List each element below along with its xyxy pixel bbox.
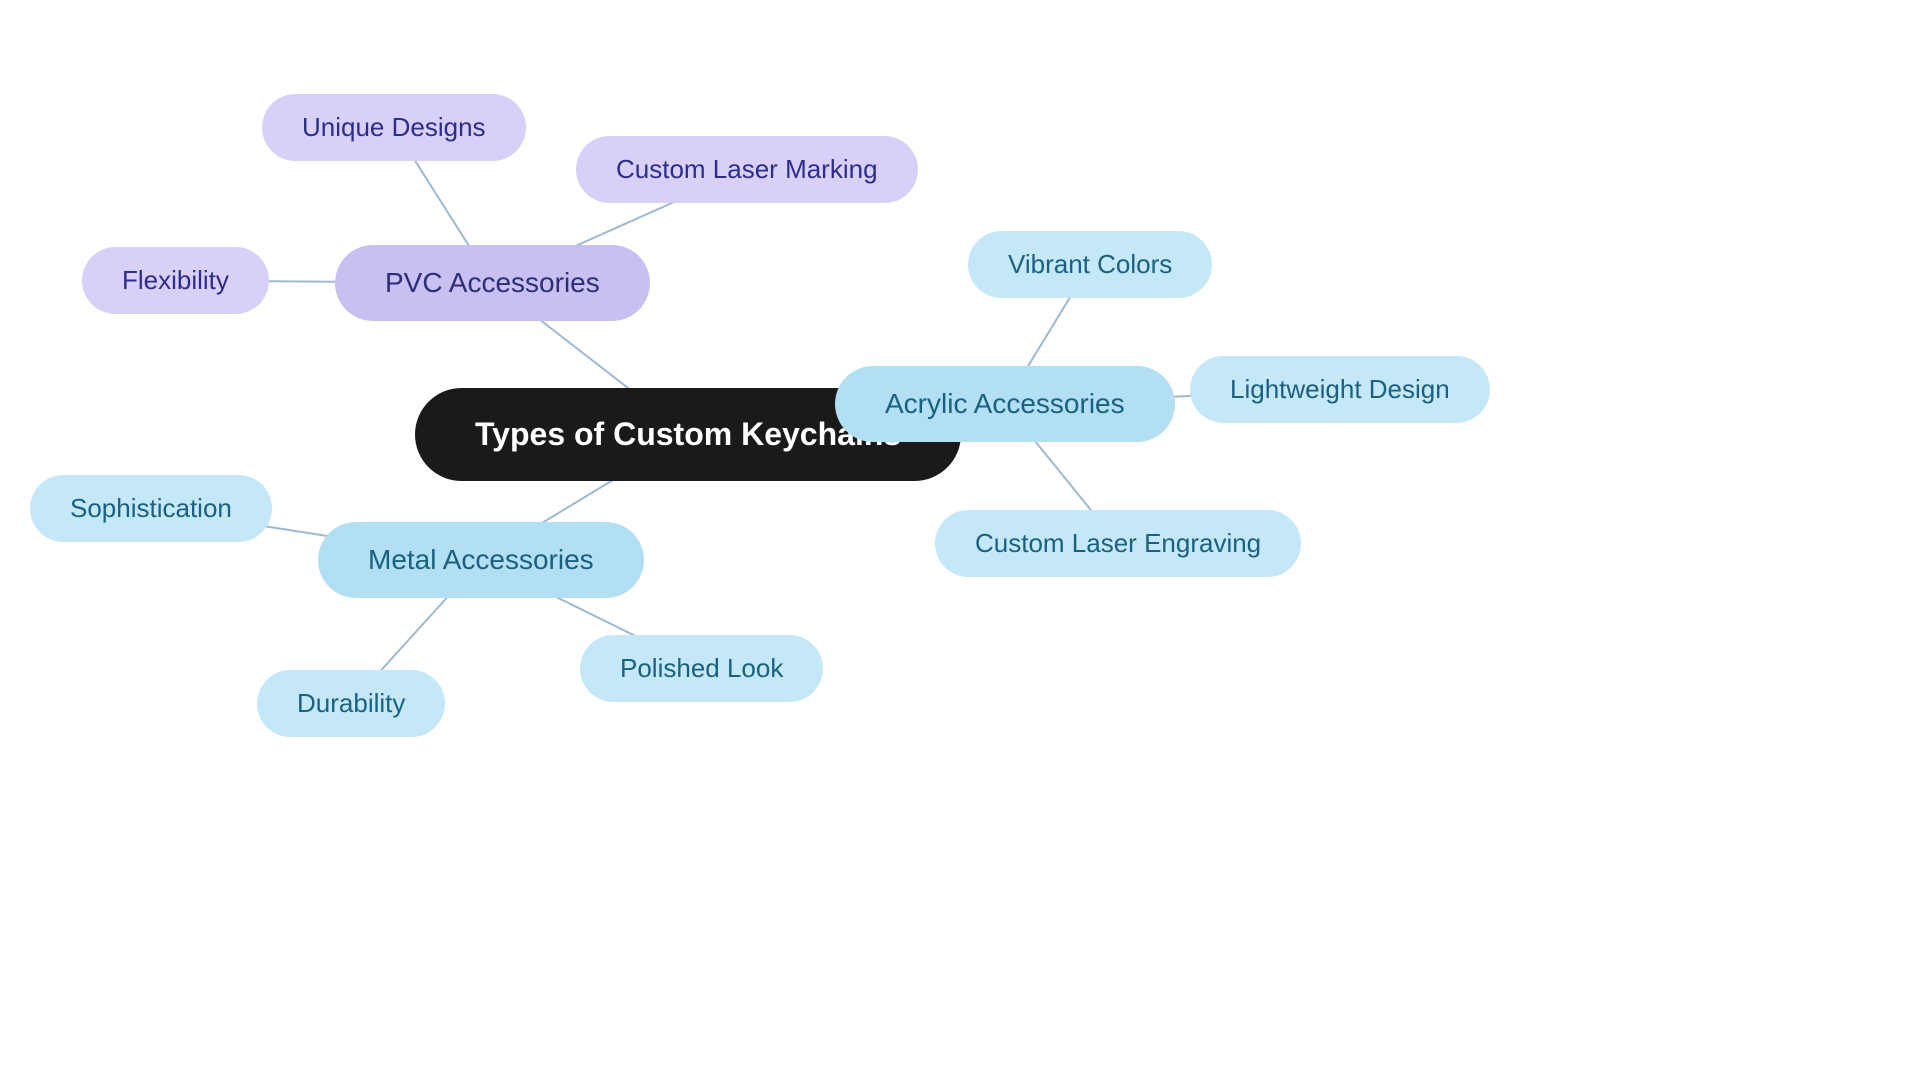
durability-label: Durability [297, 688, 405, 719]
acrylic-node[interactable]: Acrylic Accessories [835, 366, 1175, 442]
vibrant-colors-node[interactable]: Vibrant Colors [968, 231, 1212, 298]
custom-laser-marking-node[interactable]: Custom Laser Marking [576, 136, 918, 203]
pvc-node[interactable]: PVC Accessories [335, 245, 650, 321]
unique-designs-node[interactable]: Unique Designs [262, 94, 526, 161]
metal-label: Metal Accessories [368, 544, 594, 576]
polished-look-label: Polished Look [620, 653, 783, 684]
pvc-label: PVC Accessories [385, 267, 600, 299]
custom-laser-marking-label: Custom Laser Marking [616, 154, 878, 185]
vibrant-colors-label: Vibrant Colors [1008, 249, 1172, 280]
flexibility-node[interactable]: Flexibility [82, 247, 269, 314]
lightweight-design-node[interactable]: Lightweight Design [1190, 356, 1490, 423]
lightweight-design-label: Lightweight Design [1230, 374, 1450, 405]
durability-node[interactable]: Durability [257, 670, 445, 737]
custom-laser-engraving-label: Custom Laser Engraving [975, 528, 1261, 559]
flexibility-label: Flexibility [122, 265, 229, 296]
polished-look-node[interactable]: Polished Look [580, 635, 823, 702]
center-label: Types of Custom Keychains [475, 416, 901, 453]
sophistication-label: Sophistication [70, 493, 232, 524]
metal-node[interactable]: Metal Accessories [318, 522, 644, 598]
custom-laser-engraving-node[interactable]: Custom Laser Engraving [935, 510, 1301, 577]
unique-designs-label: Unique Designs [302, 112, 486, 143]
sophistication-node[interactable]: Sophistication [30, 475, 272, 542]
acrylic-label: Acrylic Accessories [885, 388, 1125, 420]
